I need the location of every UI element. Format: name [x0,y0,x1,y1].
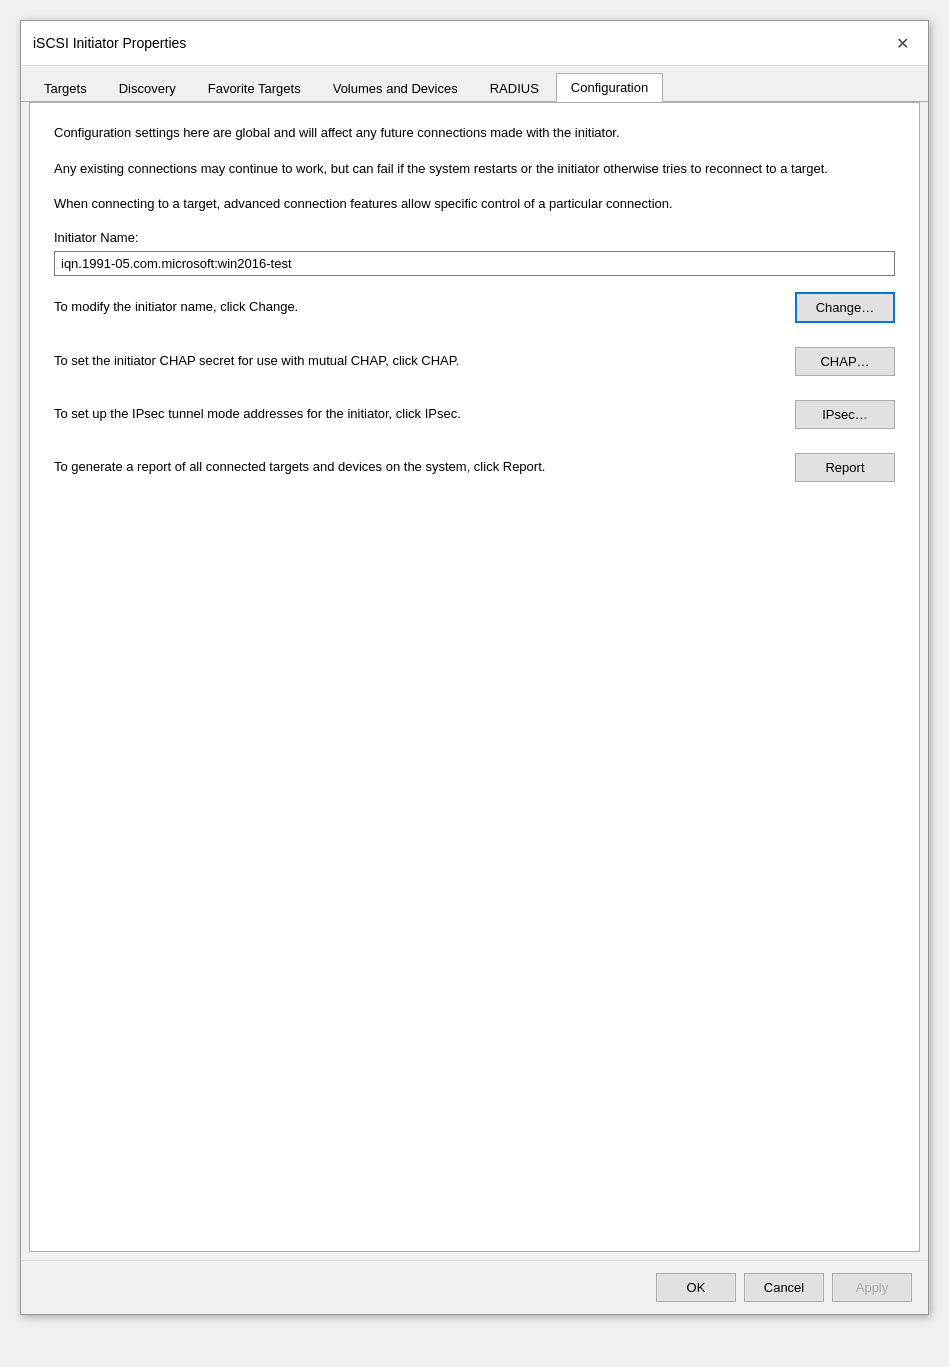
content-area: Configuration settings here are global a… [29,102,920,1252]
ipsec-section: To set up the IPsec tunnel mode addresse… [54,400,895,429]
change-button[interactable]: Change… [795,292,895,323]
initiator-name-label: Initiator Name: [54,230,895,245]
change-section: To modify the initiator name, click Chan… [54,292,895,323]
apply-button[interactable]: Apply [832,1273,912,1302]
chap-desc: To set the initiator CHAP secret for use… [54,351,779,371]
tab-configuration[interactable]: Configuration [556,73,663,102]
tab-targets[interactable]: Targets [29,73,102,102]
initiator-name-section: Initiator Name: [54,230,895,292]
title-bar: iSCSI Initiator Properties ✕ [21,21,928,66]
report-desc: To generate a report of all connected ta… [54,457,779,477]
dialog-footer: OK Cancel Apply [21,1260,928,1314]
report-button[interactable]: Report [795,453,895,482]
window-title: iSCSI Initiator Properties [33,35,186,51]
close-button[interactable]: ✕ [888,29,916,57]
ipsec-desc: To set up the IPsec tunnel mode addresse… [54,404,779,424]
tab-discovery[interactable]: Discovery [104,73,191,102]
ok-button[interactable]: OK [656,1273,736,1302]
ipsec-button[interactable]: IPsec… [795,400,895,429]
desc-existing: Any existing connections may continue to… [54,159,895,179]
desc-global: Configuration settings here are global a… [54,123,895,143]
tab-favorite-targets[interactable]: Favorite Targets [193,73,316,102]
tab-radius[interactable]: RADIUS [475,73,554,102]
desc-advanced: When connecting to a target, advanced co… [54,194,895,214]
change-desc: To modify the initiator name, click Chan… [54,297,779,317]
tab-bar: Targets Discovery Favorite Targets Volum… [21,66,928,102]
initiator-name-input[interactable] [54,251,895,276]
tab-volumes-and-devices[interactable]: Volumes and Devices [318,73,473,102]
chap-button[interactable]: CHAP… [795,347,895,376]
dialog-window: iSCSI Initiator Properties ✕ Targets Dis… [20,20,929,1315]
report-section: To generate a report of all connected ta… [54,453,895,482]
cancel-button[interactable]: Cancel [744,1273,824,1302]
chap-section: To set the initiator CHAP secret for use… [54,347,895,376]
